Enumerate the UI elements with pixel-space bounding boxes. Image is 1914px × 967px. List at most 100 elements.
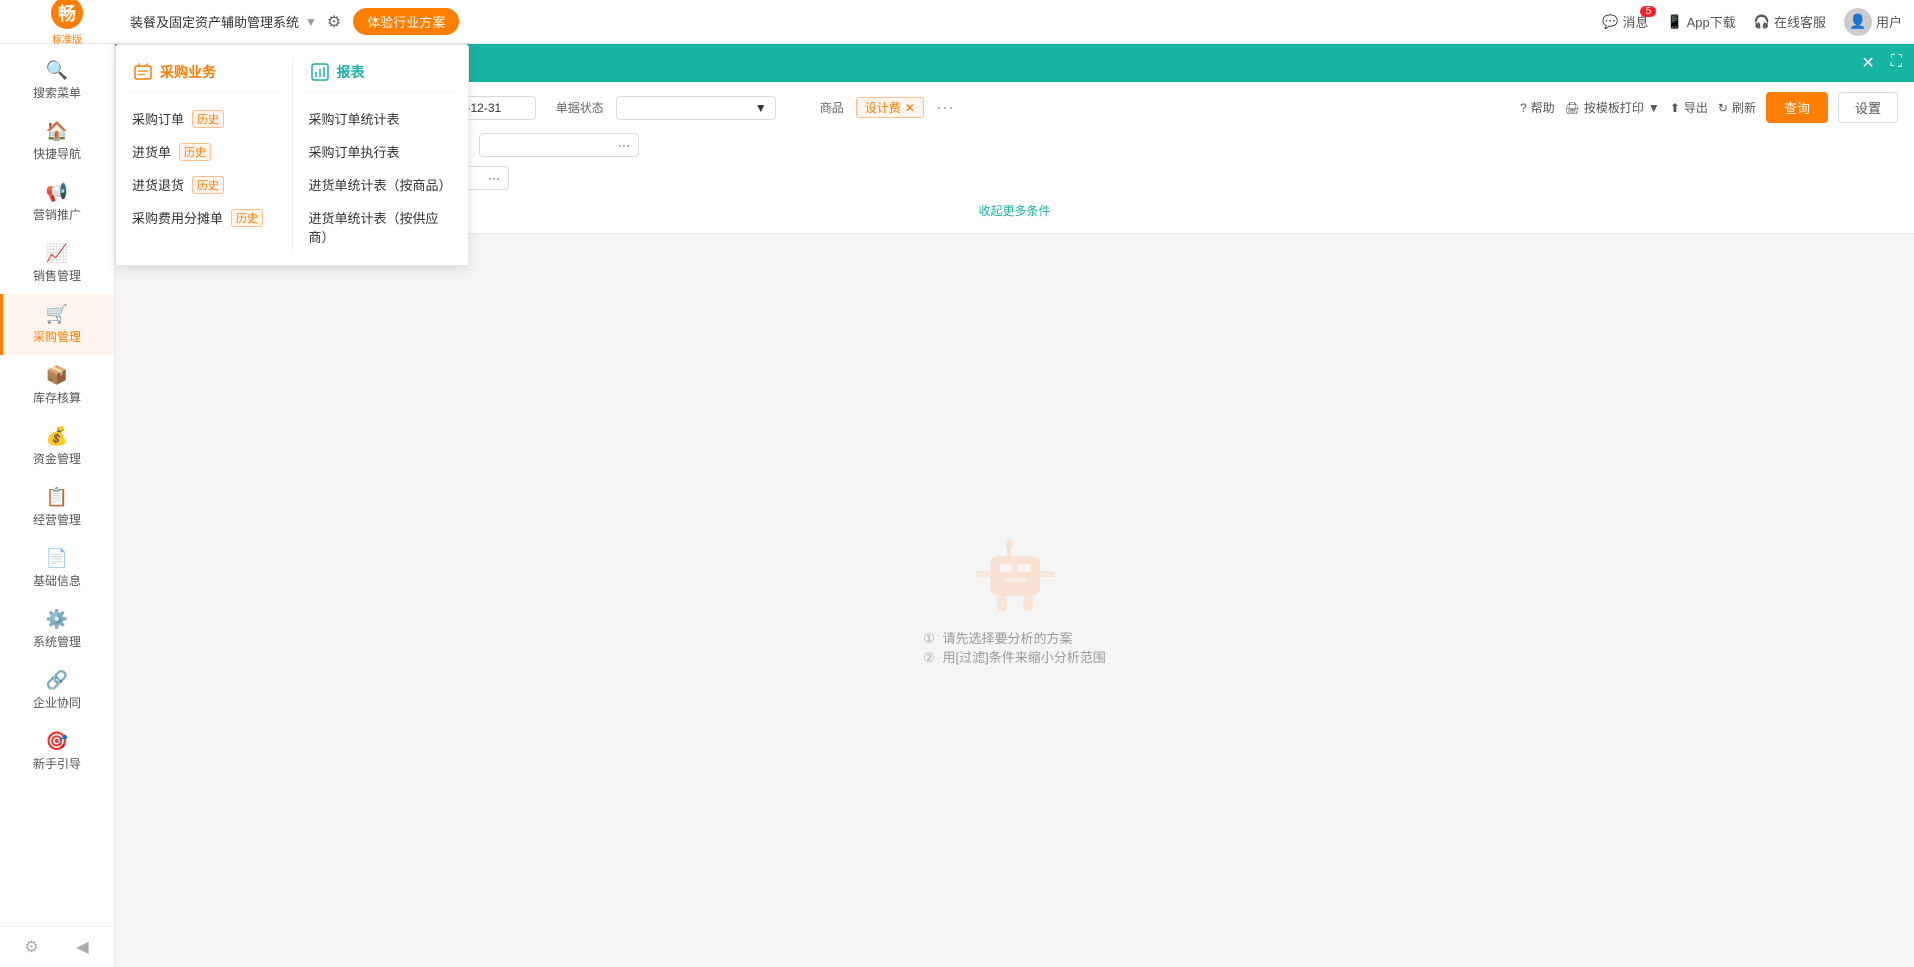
doc-icon: 📄 bbox=[46, 548, 68, 569]
export-button[interactable]: ⬆ 导出 bbox=[1670, 99, 1708, 116]
sidebar-item-guide[interactable]: 🎯 新手引导 bbox=[0, 721, 114, 782]
headset-icon: 🎧 bbox=[1754, 14, 1770, 30]
user-menu[interactable]: 👤 用户 bbox=[1844, 8, 1902, 36]
history-badge: 历史 bbox=[192, 110, 224, 128]
dropdown-purchase-title: 采购业务 bbox=[128, 57, 280, 92]
dropdown-item-expense[interactable]: 采购费用分摊单 历史 bbox=[128, 201, 280, 234]
sidebar-collapse-button[interactable]: ◀ bbox=[61, 937, 104, 957]
sidebar-item-operations[interactable]: 📋 经营管理 bbox=[0, 477, 114, 538]
sidebar-bottom: ⚙ ◀ bbox=[0, 926, 114, 967]
search-icon: 🔍 bbox=[46, 60, 68, 81]
sidebar-item-label: 采购管理 bbox=[33, 328, 81, 345]
logo-area: 畅 标准版 bbox=[12, 0, 122, 46]
sidebar-item-label: 库存核算 bbox=[33, 389, 81, 406]
refresh-icon: ↻ bbox=[1718, 101, 1728, 115]
sidebar-item-label: 资金管理 bbox=[33, 450, 81, 467]
dropdown-item-report-1[interactable]: 采购订单统计表 bbox=[305, 102, 457, 135]
dropdown-item-label: 进货单统计表（按商品） bbox=[309, 175, 452, 194]
user-label: 用户 bbox=[1876, 12, 1902, 31]
empty-state: ① 请先选择要分析的方案 ② 用[过滤]条件来缩小分析范围 bbox=[115, 234, 1914, 967]
export-icon: ⬆ bbox=[1670, 101, 1680, 115]
print-button[interactable]: 🖨 按模板打印 ▼ bbox=[1565, 99, 1660, 116]
sidebar-item-label: 新手引导 bbox=[33, 755, 81, 772]
sidebar-item-label: 快捷导航 bbox=[33, 145, 81, 162]
phone-icon: 📱 bbox=[1666, 14, 1682, 30]
sidebar-item-label: 销售管理 bbox=[33, 267, 81, 284]
sidebar-settings-button[interactable]: ⚙ bbox=[10, 937, 53, 957]
dropdown-item-label: 进货单统计表（按供应商） bbox=[309, 208, 453, 246]
dropdown-item-purchase-order[interactable]: 采购订单 历史 bbox=[128, 102, 280, 135]
sidebar-item-enterprise[interactable]: 🔗 企业协同 bbox=[0, 660, 114, 721]
online-service-label: 在线客服 bbox=[1774, 12, 1826, 31]
main-layout: 🔍 搜索菜单 🏠 快捷导航 📢 营销推广 📈 销售管理 🛒 采购管理 📦 库存核… bbox=[0, 44, 1914, 967]
status-chevron-icon: ▼ bbox=[755, 101, 767, 115]
dropdown-item-label: 进货退货 bbox=[132, 175, 184, 194]
dropdown-item-report-3[interactable]: 进货单统计表（按商品） bbox=[305, 168, 457, 201]
query-button[interactable]: 查询 bbox=[1766, 92, 1828, 123]
print-icon: 🖨 bbox=[1565, 101, 1580, 115]
gear-icon: ⚙️ bbox=[46, 609, 68, 630]
print-arrow-icon: ▼ bbox=[1648, 101, 1660, 115]
goods-label: 商品 bbox=[788, 99, 844, 116]
refresh-button[interactable]: ↻ 刷新 bbox=[1718, 99, 1756, 116]
chart-icon: 📈 bbox=[46, 243, 68, 264]
sidebar-item-search[interactable]: 🔍 搜索菜单 bbox=[0, 50, 114, 111]
online-service-button[interactable]: 🎧 在线客服 bbox=[1754, 12, 1826, 31]
tab-fullscreen-icon[interactable]: ⛶ bbox=[1887, 51, 1906, 75]
settings-button[interactable]: 设置 bbox=[1838, 92, 1898, 123]
sidebar-item-system[interactable]: ⚙️ 系统管理 bbox=[0, 599, 114, 660]
dropdown-item-label: 进货单 bbox=[132, 142, 171, 161]
header-right: 💬 5 消息 📱 App下载 🎧 在线客服 👤 用户 bbox=[1602, 8, 1902, 36]
sidebar-item-nav[interactable]: 🏠 快捷导航 bbox=[0, 111, 114, 172]
megaphone-icon: 📢 bbox=[46, 182, 68, 203]
status-label: 单据状态 bbox=[548, 99, 604, 116]
experience-button[interactable]: 体验行业方案 bbox=[353, 8, 459, 35]
dropdown-item-report-4[interactable]: 进货单统计表（按供应商） bbox=[305, 201, 457, 253]
dropdown-item-report-2[interactable]: 采购订单执行表 bbox=[305, 135, 457, 168]
settings-icon[interactable]: ⚙ bbox=[327, 12, 341, 32]
help-button[interactable]: ? 帮助 bbox=[1520, 99, 1555, 116]
sidebar-item-basic-info[interactable]: 📄 基础信息 bbox=[0, 538, 114, 599]
sidebar-item-label: 基础信息 bbox=[33, 572, 81, 589]
system-title: 装餐及固定资产辅助管理系统 bbox=[130, 12, 299, 31]
message-badge: 5 bbox=[1640, 6, 1656, 17]
toolbar-right: ? 帮助 🖨 按模板打印 ▼ ⬆ 导出 ↻ bbox=[1520, 92, 1898, 123]
purchase-col-icon bbox=[132, 61, 154, 83]
app-download-button[interactable]: 📱 App下载 bbox=[1666, 12, 1735, 31]
salesperson-select[interactable]: ··· bbox=[479, 133, 639, 157]
sidebar-item-sales[interactable]: 📈 销售管理 bbox=[0, 233, 114, 294]
tab-close-all-icon[interactable]: ✕ bbox=[1857, 51, 1878, 75]
title-arrow-icon[interactable]: ▼ bbox=[305, 15, 317, 29]
sidebar-item-purchase[interactable]: 🛒 采购管理 bbox=[0, 294, 114, 355]
empty-hint-2: ② 用[过滤]条件来缩小分析范围 bbox=[923, 647, 1106, 666]
dropdown-report-title: 报表 bbox=[305, 57, 457, 92]
message-button[interactable]: 💬 5 消息 bbox=[1602, 12, 1648, 31]
sidebar-item-marketing[interactable]: 📢 营销推广 bbox=[0, 172, 114, 233]
history-badge: 历史 bbox=[192, 176, 224, 194]
app-download-label: App下载 bbox=[1687, 12, 1736, 31]
dropdown-menu: 采购业务 采购订单 历史 进货单 历史 进货退货 历史 采购费用分摊单 历史 bbox=[115, 44, 469, 266]
link-icon: 🔗 bbox=[46, 670, 68, 691]
dropdown-item-label: 采购费用分摊单 bbox=[132, 208, 223, 227]
clipboard-icon: 📋 bbox=[46, 487, 68, 508]
sidebar-item-label: 系统管理 bbox=[33, 633, 81, 650]
goods-tag-value: 设计费 bbox=[865, 99, 901, 116]
sidebar-item-label: 营销推广 bbox=[33, 206, 81, 223]
sidebar-item-finance[interactable]: 💰 资金管理 bbox=[0, 416, 114, 477]
sidebar-item-inventory[interactable]: 📦 库存核算 bbox=[0, 355, 114, 416]
goods-more-icon[interactable]: ··· bbox=[936, 97, 954, 118]
dropdown-item-label: 采购订单 bbox=[132, 109, 184, 128]
sidebar-item-label: 搜索菜单 bbox=[33, 84, 81, 101]
dropdown-item-label: 采购订单统计表 bbox=[309, 109, 400, 128]
empty-hints: ① 请先选择要分析的方案 ② 用[过滤]条件来缩小分析范围 bbox=[923, 628, 1106, 666]
report-col-icon bbox=[309, 61, 331, 83]
goods-tag: 设计费 ✕ bbox=[856, 97, 924, 118]
dropdown-item-receipt[interactable]: 进货单 历史 bbox=[128, 135, 280, 168]
sidebar: 🔍 搜索菜单 🏠 快捷导航 📢 营销推广 📈 销售管理 🛒 采购管理 📦 库存核… bbox=[0, 44, 115, 967]
status-select[interactable]: ▼ bbox=[616, 96, 776, 120]
dropdown-item-return[interactable]: 进货退货 历史 bbox=[128, 168, 280, 201]
history-badge: 历史 bbox=[231, 209, 263, 227]
system-title-area: 装餐及固定资产辅助管理系统 ▼ ⚙ 体验行业方案 bbox=[130, 8, 1602, 35]
message-icon: 💬 bbox=[1602, 14, 1618, 30]
goods-tag-close-icon[interactable]: ✕ bbox=[905, 101, 915, 115]
